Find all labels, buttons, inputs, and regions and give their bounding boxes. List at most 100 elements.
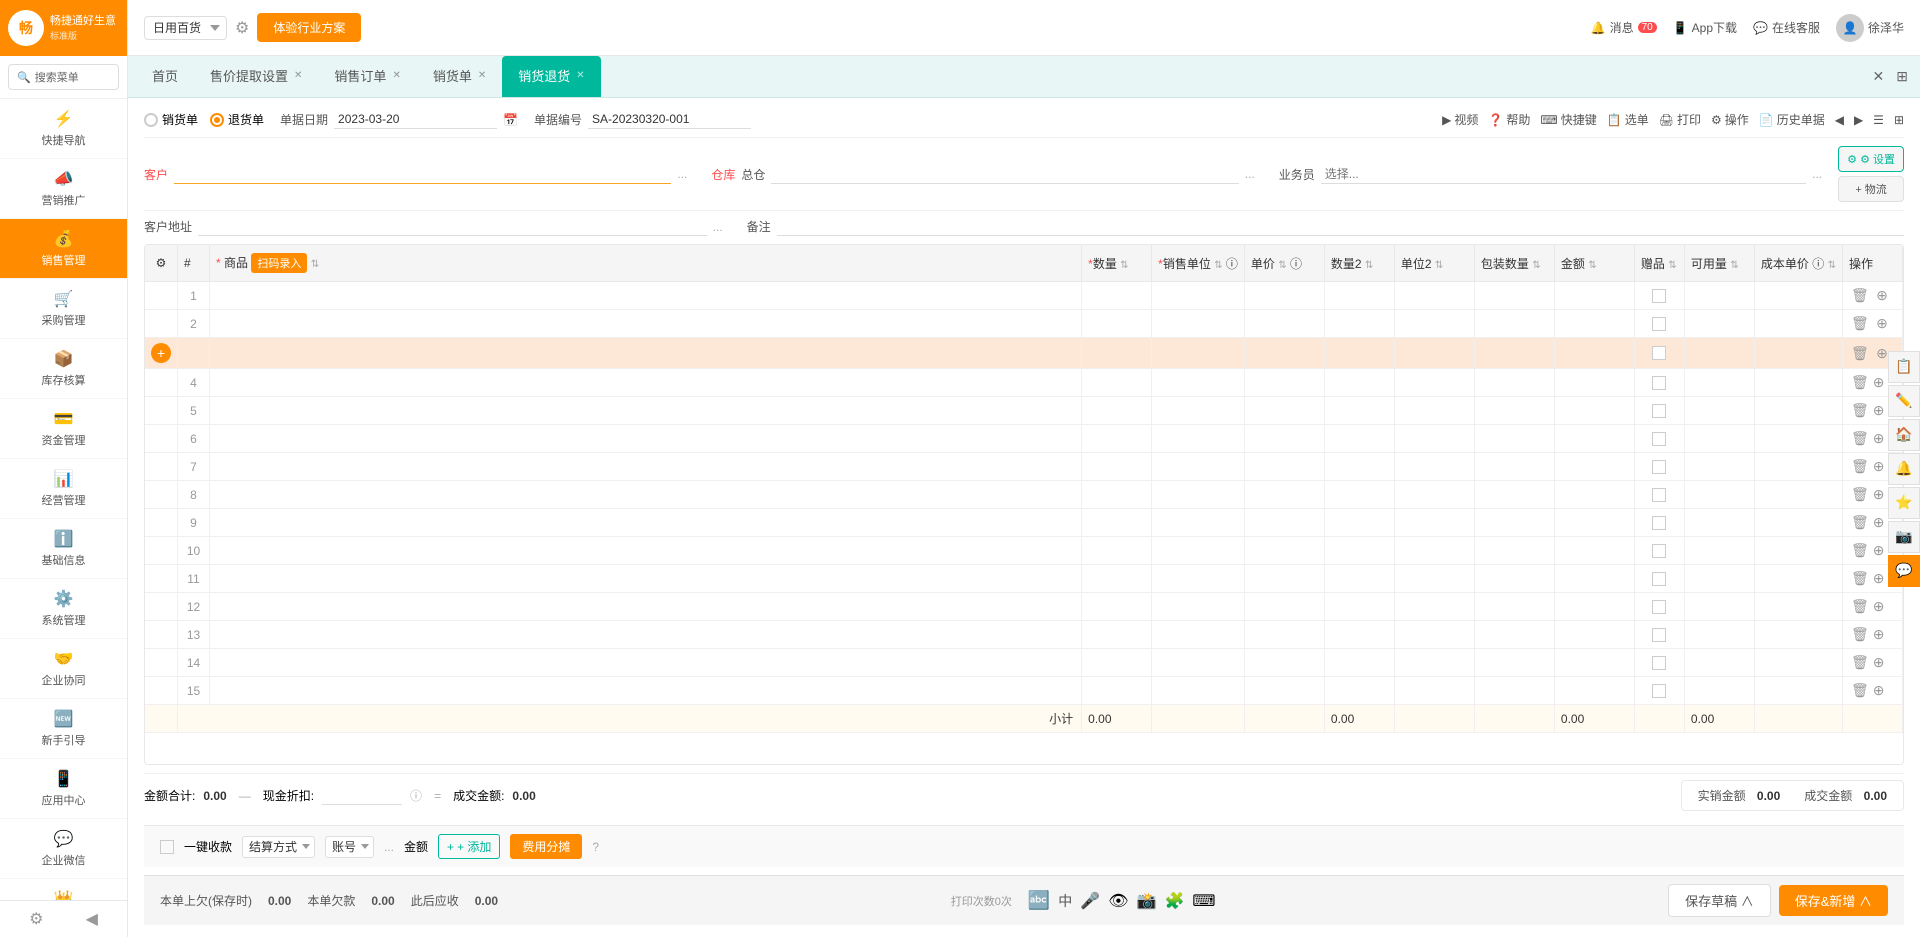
row1-unit2[interactable] [1394,282,1474,310]
sidebar-search-area[interactable]: 🔍 搜索菜单 [0,56,127,99]
copy-btn[interactable]: ⊕ [1871,374,1887,391]
row2-unit[interactable] [1152,310,1245,338]
gear-col-icon[interactable]: ⚙ [156,256,167,270]
settings-bottom-btn[interactable]: ⚙ [29,909,43,929]
topbar-gear-icon[interactable]: ⚙ [235,18,249,38]
online-service-btn[interactable]: 💬 在线客服 [1753,19,1820,36]
delete-row3-btn[interactable]: 🗑 [1849,345,1871,362]
ri-btn-6[interactable]: 📷 [1888,521,1920,553]
tab-home[interactable]: 首页 [136,56,194,97]
cost-sort-icon[interactable]: ⇅ [1828,260,1836,271]
row3-qty2[interactable] [1324,338,1394,369]
select-btn[interactable]: 📋 选单 [1607,111,1649,128]
row2-pack[interactable] [1474,310,1554,338]
table-view-btn[interactable]: ⊞ [1894,113,1904,127]
address-input[interactable] [198,217,707,236]
ri-btn-1[interactable]: 📋 [1888,351,1920,383]
sidebar-item-purchase[interactable]: 🛒 采购管理 [0,279,127,339]
product-input-active[interactable] [216,346,1075,360]
grid-view-btn[interactable]: ⊞ [1892,64,1912,89]
row3-unit[interactable] [1152,338,1245,369]
row3-cost[interactable] [1754,338,1842,369]
row2-price[interactable] [1244,310,1324,338]
account-dots[interactable]: ... [384,840,394,854]
row3-amount[interactable] [1554,338,1634,369]
search-menu-button[interactable]: 🔍 搜索菜单 [8,64,119,90]
radio-return-bill[interactable]: 退货单 [210,111,264,128]
pack-sort-icon[interactable]: ⇅ [1532,260,1540,271]
row3-price[interactable] [1244,338,1324,369]
tab-close-sales-bill[interactable]: ✕ [478,70,486,81]
help-btn[interactable]: ❓ 帮助 [1488,111,1530,128]
del-btn[interactable]: 🗑 [1849,458,1871,475]
user-profile[interactable]: 👤 徐泽华 [1836,14,1904,42]
remark-input[interactable] [777,217,1904,236]
row2-unit2[interactable] [1394,310,1474,338]
add-payment-btn[interactable]: + + 添加 [438,834,500,859]
tab-sales-bill[interactable]: 销货单 ✕ [417,56,502,97]
row2-product[interactable] [210,310,1082,338]
close-all-tabs-btn[interactable]: ✕ [1869,64,1889,89]
billno-input[interactable] [588,110,751,129]
row2-qty2[interactable] [1324,310,1394,338]
row2-avail[interactable] [1684,310,1754,338]
sidebar-item-newbie[interactable]: 🆕 新手引导 [0,699,127,759]
video-btn[interactable]: ▶ 视频 [1442,111,1478,128]
qty2-sort-icon[interactable]: ⇅ [1365,260,1373,271]
customer-dots[interactable]: ... [677,167,687,181]
del-btn[interactable]: 🗑 [1849,542,1871,559]
row3-product[interactable] [210,338,1082,369]
row1-product[interactable] [210,282,1082,310]
staff-input[interactable] [1321,165,1806,184]
sidebar-item-wecom[interactable]: 💬 企业微信 [0,819,127,879]
gift-sort-icon[interactable]: ⇅ [1668,260,1676,271]
save-draft-btn[interactable]: 保存草稿 ∧ [1668,884,1771,917]
delete-row2-btn[interactable]: 🗑 [1849,315,1871,332]
del-btn[interactable]: 🗑 [1849,374,1871,391]
del-btn[interactable]: 🗑 [1849,598,1871,615]
price-sort-icon[interactable]: ⇅ [1278,260,1286,271]
gift-cb[interactable] [1652,572,1666,586]
gift-cb[interactable] [1652,404,1666,418]
del-btn[interactable]: 🗑 [1849,430,1871,447]
warehouse-dots[interactable]: ... [1245,167,1255,181]
sidebar-item-sales[interactable]: 💰 销售管理 [0,219,127,279]
sidebar-item-finance[interactable]: 💳 资金管理 [0,399,127,459]
gift-checkbox-2[interactable] [1652,317,1666,331]
save-new-btn[interactable]: 保存&新增 ∧ [1779,885,1888,916]
copy-btn[interactable]: ⊕ [1871,626,1887,643]
sidebar-item-member[interactable]: 👑 畅会员 [0,879,127,900]
calendar-icon[interactable]: 📅 [503,113,518,127]
gift-cb[interactable] [1652,684,1666,698]
copy-btn[interactable]: ⊕ [1871,570,1887,587]
next-record-btn[interactable]: ▶ [1854,113,1863,127]
copy-btn[interactable]: ⊕ [1871,682,1887,699]
qty-sort-icon[interactable]: ⇅ [1120,260,1128,271]
gift-cb[interactable] [1652,656,1666,670]
row1-gift[interactable] [1634,282,1684,310]
sidebar-item-inventory[interactable]: 📦 库存核算 [0,339,127,399]
row1-pack[interactable] [1474,282,1554,310]
gift-cb[interactable] [1652,516,1666,530]
unit-info-icon[interactable]: ⓘ [1226,257,1238,271]
copy-btn[interactable]: ⊕ [1871,458,1887,475]
sidebar-item-collab[interactable]: 🤝 企业协同 [0,639,127,699]
row1-avail[interactable] [1684,282,1754,310]
row2-cost[interactable] [1754,310,1842,338]
gift-cb[interactable] [1652,488,1666,502]
copy-btn[interactable]: ⊕ [1871,430,1887,447]
copy-btn[interactable]: ⊕ [1871,514,1887,531]
tab-price-settings[interactable]: 售价提取设置 ✕ [194,56,318,97]
ri-btn-4[interactable]: 🔔 [1888,453,1920,485]
list-view-btn[interactable]: ☰ [1873,113,1884,127]
row2-gift[interactable] [1634,310,1684,338]
row1-qty[interactable] [1082,282,1152,310]
one-click-checkbox[interactable] [160,840,174,854]
ri-btn-3[interactable]: 🏠 [1888,419,1920,451]
copy-btn[interactable]: ⊕ [1871,654,1887,671]
price-info-icon[interactable]: ⓘ [1290,257,1302,271]
row3-pack[interactable] [1474,338,1554,369]
tab-sales-order[interactable]: 销售订单 ✕ [318,56,416,97]
row2-amount[interactable] [1554,310,1634,338]
avail-sort-icon[interactable]: ⇅ [1730,260,1738,271]
